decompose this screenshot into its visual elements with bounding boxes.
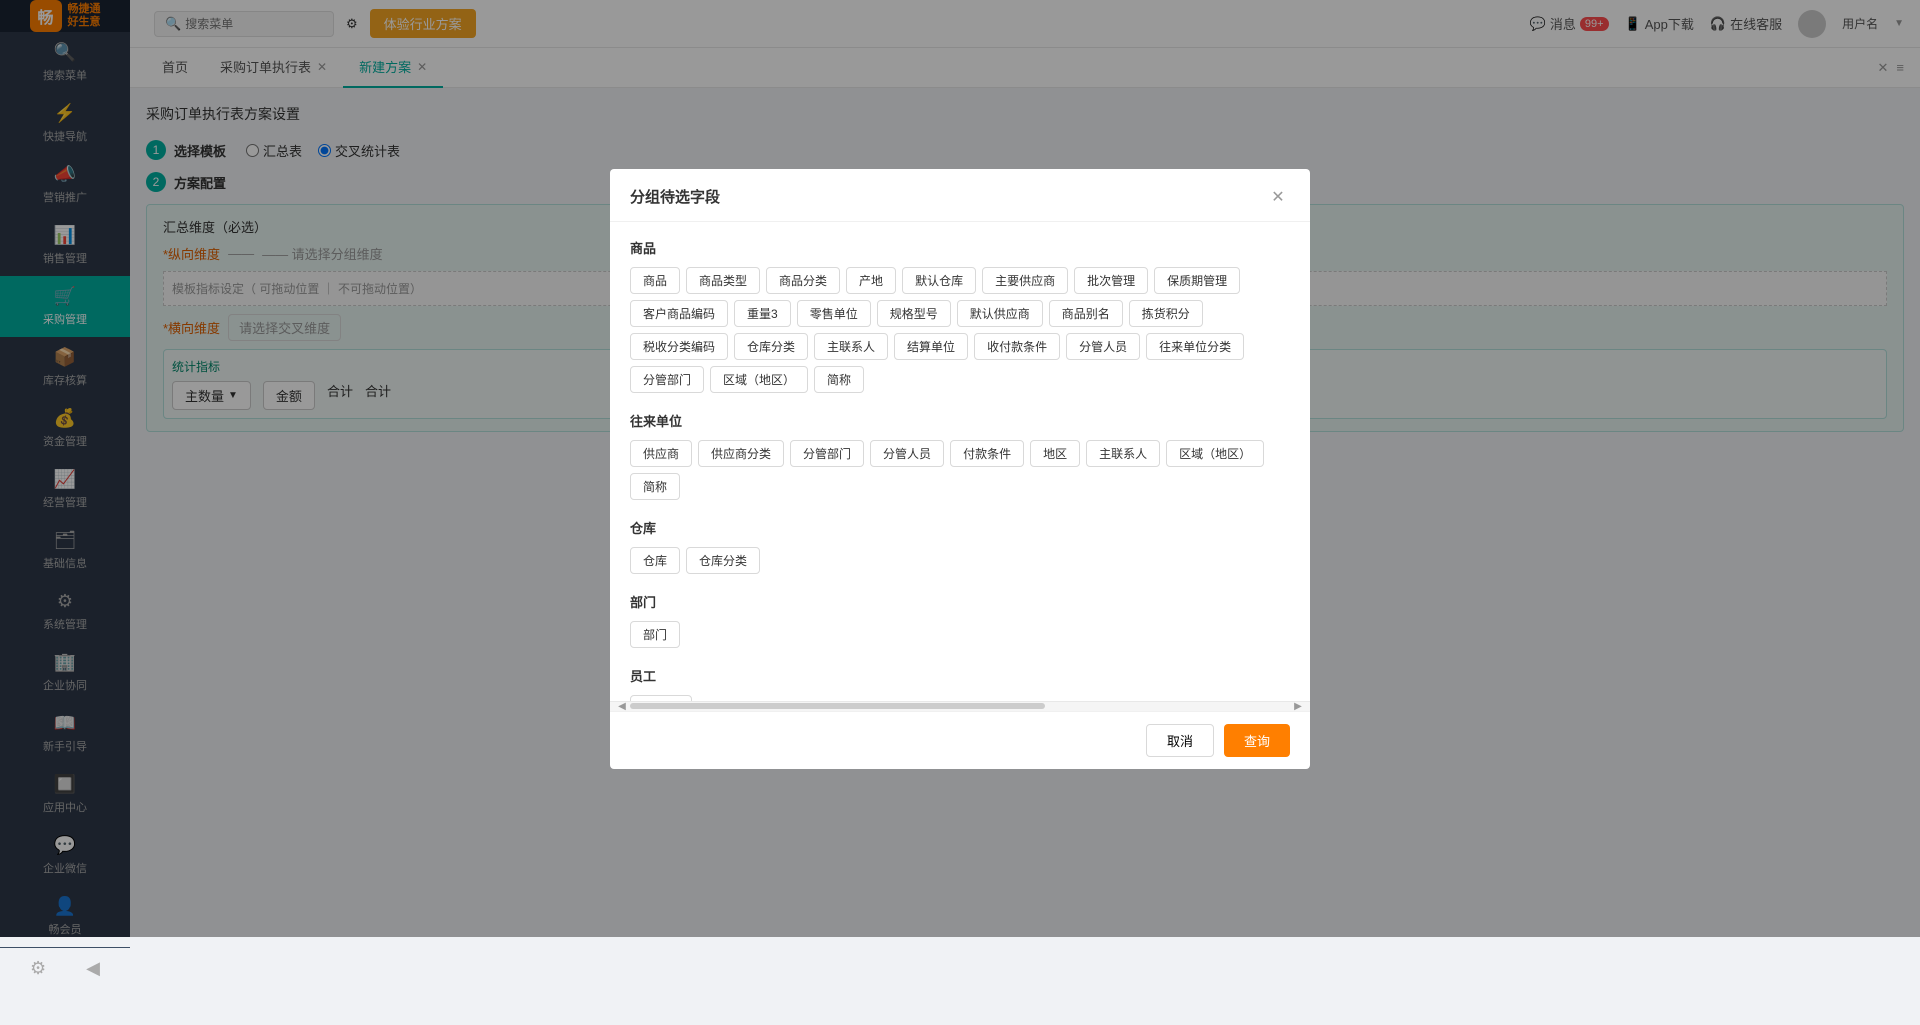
tag-goods-11[interactable]: 规格型号 [877, 300, 951, 327]
modal-footer: 取消 查询 [610, 711, 1310, 769]
section-warehouse: 仓库 仓库 仓库分类 [630, 518, 1290, 574]
section-partner: 往来单位 供应商 供应商分类 分管部门 分管人员 付款条件 地区 主联系人 区域… [630, 411, 1290, 500]
tag-goods-3[interactable]: 产地 [846, 267, 896, 294]
scroll-bar-thumb[interactable] [630, 703, 1045, 709]
tag-goods-12[interactable]: 默认供应商 [957, 300, 1043, 327]
tag-goods-14[interactable]: 拣货积分 [1129, 300, 1203, 327]
tag-goods-18[interactable]: 结算单位 [894, 333, 968, 360]
tag-goods-22[interactable]: 分管部门 [630, 366, 704, 393]
modal-dialog: 分组待选字段 ✕ 商品 商品 商品类型 商品分类 产地 默认仓库 主要供应商 批… [610, 169, 1310, 769]
tag-partner-6[interactable]: 主联系人 [1086, 440, 1160, 467]
tag-goods-24[interactable]: 简称 [814, 366, 864, 393]
tag-goods-20[interactable]: 分管人员 [1066, 333, 1140, 360]
modal-overlay: 分组待选字段 ✕ 商品 商品 商品类型 商品分类 产地 默认仓库 主要供应商 批… [0, 0, 1920, 937]
tag-goods-15[interactable]: 税收分类编码 [630, 333, 728, 360]
tag-department-0[interactable]: 部门 [630, 621, 680, 648]
tag-goods-16[interactable]: 仓库分类 [734, 333, 808, 360]
section-department-title: 部门 [630, 592, 1290, 611]
modal-header: 分组待选字段 ✕ [610, 169, 1310, 222]
field-tags-warehouse: 仓库 仓库分类 [630, 547, 1290, 574]
section-partner-title: 往来单位 [630, 411, 1290, 430]
modal-body: 商品 商品 商品类型 商品分类 产地 默认仓库 主要供应商 批次管理 保质期管理… [610, 222, 1310, 701]
tag-warehouse-0[interactable]: 仓库 [630, 547, 680, 574]
tag-partner-7[interactable]: 区域（地区） [1166, 440, 1264, 467]
tag-partner-2[interactable]: 分管部门 [790, 440, 864, 467]
field-tags-goods: 商品 商品类型 商品分类 产地 默认仓库 主要供应商 批次管理 保质期管理 客户… [630, 267, 1290, 393]
tag-goods-10[interactable]: 零售单位 [797, 300, 871, 327]
tag-partner-8[interactable]: 简称 [630, 473, 680, 500]
confirm-button[interactable]: 查询 [1224, 724, 1290, 757]
section-warehouse-title: 仓库 [630, 518, 1290, 537]
tag-goods-1[interactable]: 商品类型 [686, 267, 760, 294]
tag-goods-4[interactable]: 默认仓库 [902, 267, 976, 294]
tag-goods-13[interactable]: 商品别名 [1049, 300, 1123, 327]
section-goods-title: 商品 [630, 238, 1290, 257]
tag-partner-4[interactable]: 付款条件 [950, 440, 1024, 467]
scroll-left-arrow[interactable]: ◀ [614, 701, 630, 712]
field-tags-department: 部门 [630, 621, 1290, 648]
tag-goods-9[interactable]: 重量3 [734, 300, 791, 327]
tag-goods-7[interactable]: 保质期管理 [1154, 267, 1240, 294]
tag-goods-17[interactable]: 主联系人 [814, 333, 888, 360]
modal-close-button[interactable]: ✕ [1266, 185, 1290, 209]
tag-goods-2[interactable]: 商品分类 [766, 267, 840, 294]
tag-partner-1[interactable]: 供应商分类 [698, 440, 784, 467]
modal-horizontal-scrollbar[interactable]: ◀ ▶ [610, 701, 1310, 711]
tag-partner-0[interactable]: 供应商 [630, 440, 692, 467]
section-goods: 商品 商品 商品类型 商品分类 产地 默认仓库 主要供应商 批次管理 保质期管理… [630, 238, 1290, 393]
section-employee-title: 员工 [630, 666, 1290, 685]
tag-goods-8[interactable]: 客户商品编码 [630, 300, 728, 327]
tag-goods-0[interactable]: 商品 [630, 267, 680, 294]
tag-goods-23[interactable]: 区域（地区） [710, 366, 808, 393]
section-department: 部门 部门 [630, 592, 1290, 648]
tag-partner-3[interactable]: 分管人员 [870, 440, 944, 467]
cancel-button[interactable]: 取消 [1146, 724, 1214, 757]
tag-goods-19[interactable]: 收付款条件 [974, 333, 1060, 360]
scroll-right-arrow[interactable]: ▶ [1290, 701, 1306, 712]
section-employee: 员工 业务员 [630, 666, 1290, 701]
tag-partner-5[interactable]: 地区 [1030, 440, 1080, 467]
tag-goods-21[interactable]: 往来单位分类 [1146, 333, 1244, 360]
tag-warehouse-1[interactable]: 仓库分类 [686, 547, 760, 574]
tag-goods-5[interactable]: 主要供应商 [982, 267, 1068, 294]
modal-title: 分组待选字段 [630, 186, 720, 207]
field-tags-partner: 供应商 供应商分类 分管部门 分管人员 付款条件 地区 主联系人 区域（地区） … [630, 440, 1290, 500]
tag-goods-6[interactable]: 批次管理 [1074, 267, 1148, 294]
